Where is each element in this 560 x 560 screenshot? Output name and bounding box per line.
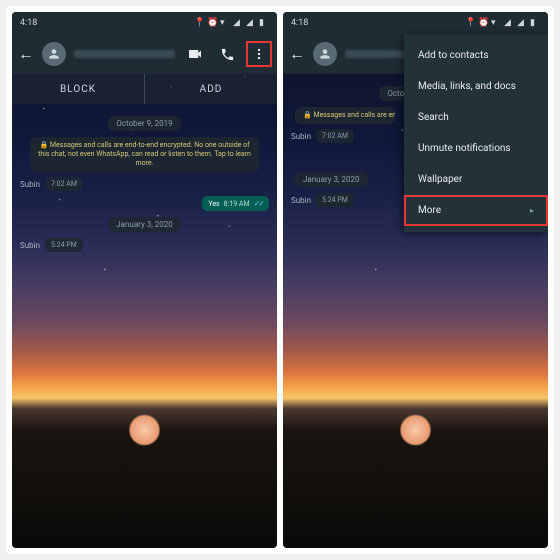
menu-wallpaper[interactable]: Wallpaper [404, 164, 548, 195]
message-out[interactable]: Yes 8:19 AM ✓✓ [20, 196, 269, 211]
alarm-icon: ⏰ [207, 18, 217, 28]
message-time: 5:24 PM [45, 238, 83, 252]
message-in[interactable]: Subin 5:24 PM [20, 238, 269, 252]
encryption-notice[interactable]: 🔒 Messages and calls are end-to-end encr… [295, 107, 395, 124]
location-icon: 📍 [194, 18, 204, 28]
signal-icon: ◢ [517, 18, 527, 28]
menu-more[interactable]: More▸ [404, 195, 548, 226]
signal-icon: ◢ [233, 18, 243, 28]
alarm-icon: ⏰ [478, 18, 488, 28]
menu-add-to-contacts[interactable]: Add to contacts [404, 40, 548, 71]
more-options-icon[interactable] [247, 42, 271, 66]
back-button[interactable]: ← [289, 44, 305, 64]
voice-call-icon[interactable] [215, 42, 239, 66]
back-button[interactable]: ← [18, 44, 34, 64]
contact-name[interactable] [74, 50, 175, 58]
signal-icon: ◢ [504, 18, 514, 28]
menu-media-links-docs[interactable]: Media, links, and docs [404, 71, 548, 102]
date-pill: January 3, 2020 [295, 172, 368, 187]
message-time: 7:02 AM [316, 129, 354, 143]
date-pill: January 3, 2020 [108, 217, 181, 232]
message-text: Yes [208, 200, 219, 208]
message-time: 8:19 AM [224, 200, 250, 208]
chevron-right-icon: ▸ [530, 206, 534, 215]
sender-name: Subin [291, 132, 311, 141]
date-pill: October 9, 2019 [108, 116, 180, 131]
phone-left: 4:18 📍 ⏰ ▾ ◢ ◢ ▮ ← BLOCK ADD October 9, … [12, 12, 277, 548]
sender-name: Subin [20, 180, 40, 189]
message-bubble: Yes 8:19 AM ✓✓ [202, 196, 269, 211]
battery-icon: ▮ [530, 18, 540, 28]
status-icons: 📍 ⏰ ▾ ◢ ◢ ▮ [465, 18, 540, 28]
wifi-icon: ▾ [220, 18, 230, 28]
avatar[interactable] [313, 42, 337, 66]
menu-unmute-notifications[interactable]: Unmute notifications [404, 133, 548, 164]
sender-name: Subin [20, 241, 40, 250]
battery-icon: ▮ [259, 18, 269, 28]
message-time: 5:24 PM [316, 193, 354, 207]
unknown-contact-bar: BLOCK ADD [12, 74, 277, 104]
video-call-icon[interactable] [183, 42, 207, 66]
status-bar: 4:18 📍 ⏰ ▾ ◢ ◢ ▮ [283, 12, 548, 34]
menu-search[interactable]: Search [404, 102, 548, 133]
status-time: 4:18 [291, 18, 308, 28]
avatar[interactable] [42, 42, 66, 66]
phone-right: 4:18 📍 ⏰ ▾ ◢ ◢ ▮ ← October 9, 2019 🔒 Mes… [283, 12, 548, 548]
status-time: 4:18 [20, 18, 37, 28]
wifi-icon: ▾ [491, 18, 501, 28]
block-button[interactable]: BLOCK [12, 74, 144, 104]
read-ticks-icon: ✓✓ [254, 199, 263, 208]
options-menu: Add to contacts Media, links, and docs S… [404, 34, 548, 232]
chat-topbar: ← [12, 34, 277, 74]
chat-area[interactable]: October 9, 2019 🔒 Messages and calls are… [12, 104, 277, 548]
message-time: 7:02 AM [45, 177, 83, 191]
signal-icon: ◢ [246, 18, 256, 28]
status-bar: 4:18 📍 ⏰ ▾ ◢ ◢ ▮ [12, 12, 277, 34]
add-button[interactable]: ADD [145, 74, 277, 104]
status-icons: 📍 ⏰ ▾ ◢ ◢ ▮ [194, 18, 269, 28]
encryption-notice[interactable]: 🔒 Messages and calls are end-to-end encr… [30, 137, 259, 172]
sender-name: Subin [291, 196, 311, 205]
location-icon: 📍 [465, 18, 475, 28]
message-in[interactable]: Subin 7:02 AM [20, 177, 269, 191]
